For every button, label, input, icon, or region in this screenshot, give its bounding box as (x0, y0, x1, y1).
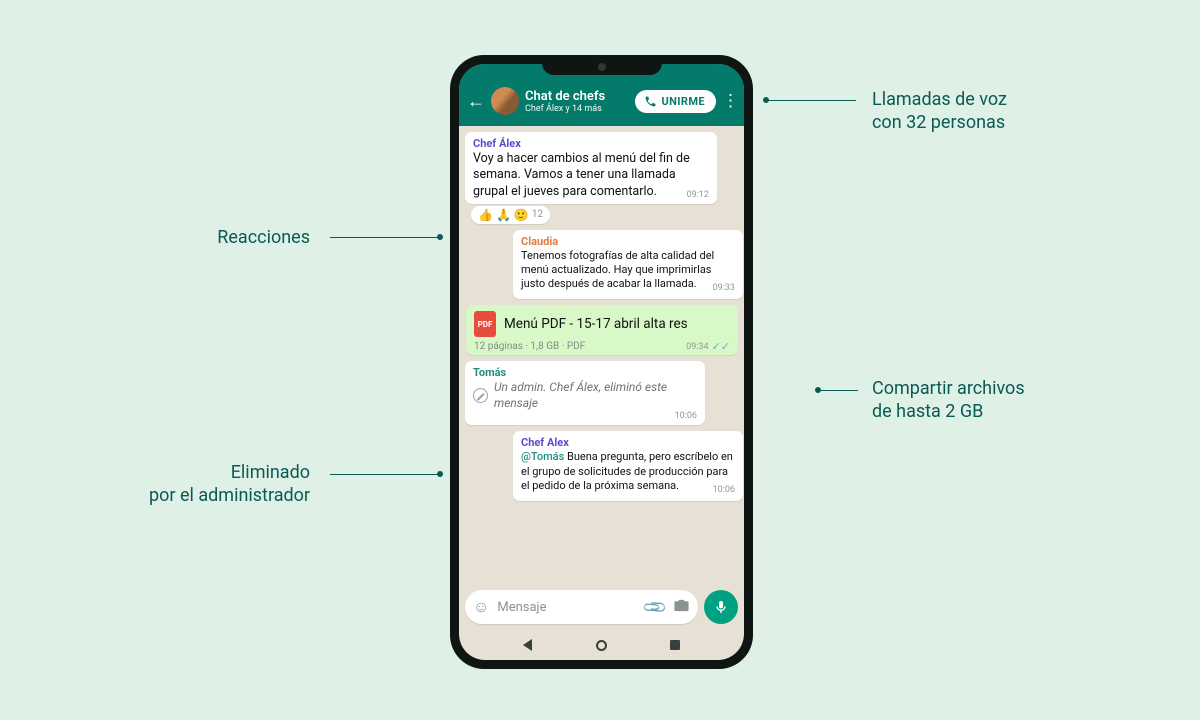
annotation-deleted: Eliminado por el administrador (90, 461, 310, 508)
deleted-text: Un admin. Chef Álex, eliminó este mensaj… (494, 380, 697, 411)
mic-button[interactable] (704, 590, 738, 624)
composer-row: ☺ Mensaje 📎 (459, 585, 744, 630)
annotation-share-files: Compartir archivos de hasta 2 GB (872, 377, 1102, 424)
group-avatar[interactable] (491, 87, 519, 115)
annotation-text: Llamadas de voz (872, 88, 1102, 111)
read-ticks-icon: ✓✓ (712, 341, 730, 352)
camera-icon[interactable] (673, 597, 690, 618)
message-time: 09:12 (687, 190, 709, 202)
nav-home-icon[interactable] (596, 640, 607, 651)
join-call-button[interactable]: UNIRME (635, 90, 717, 113)
message-time: 10:06 (675, 411, 697, 421)
message-time: 09:33 (713, 283, 735, 295)
annotation-reactions: Reacciones (110, 226, 310, 249)
sender-name: Tomás (473, 366, 697, 379)
emoji-icon[interactable]: ☺ (473, 597, 489, 617)
annotation-lead (818, 390, 858, 391)
attach-icon[interactable]: 📎 (641, 593, 669, 621)
pdf-icon: PDF (474, 311, 496, 337)
file-row: PDF Menú PDF - 15-17 abril alta res (474, 311, 730, 337)
reaction-emoji: 👍 (478, 208, 493, 222)
annotation-text: con 32 personas (872, 111, 1102, 134)
annotation-lead (330, 474, 440, 475)
file-meta: 12 páginas · 1,8 GB · PDF (474, 341, 585, 352)
group-subtitle: Chef Álex y 14 más (525, 104, 629, 114)
sender-name: Claudia (521, 235, 735, 248)
sender-name: Chef Alex (521, 436, 735, 449)
incoming-message[interactable]: Chef Alex @Tomás Buena pregunta, pero es… (513, 431, 743, 500)
nav-back-icon[interactable] (523, 639, 532, 651)
screen: ← Chat de chefs Chef Álex y 14 más UNIRM… (459, 64, 744, 660)
incoming-message-deleted[interactable]: Tomás Un admin. Chef Álex, eliminó este … (465, 361, 705, 425)
group-title: Chat de chefs (525, 89, 629, 104)
incoming-message[interactable]: Chef Álex Voy a hacer cambios al menú de… (465, 132, 717, 204)
reaction-emoji: 🙂 (514, 208, 529, 222)
deleted-icon (473, 388, 488, 403)
back-button[interactable]: ← (467, 91, 485, 112)
input-placeholder: Mensaje (497, 600, 637, 615)
annotation-text: Reacciones (217, 227, 310, 248)
reactions-pill[interactable]: 👍 🙏 🙂 12 (471, 206, 550, 224)
phone-frame: ← Chat de chefs Chef Álex y 14 más UNIRM… (450, 55, 753, 669)
annotation-text: por el administrador (90, 484, 310, 507)
message-text: @Tomás Buena pregunta, pero escríbelo en… (521, 450, 735, 493)
outgoing-file-message[interactable]: PDF Menú PDF - 15-17 abril alta res 12 p… (466, 305, 738, 355)
menu-button[interactable]: ⋮ (722, 91, 738, 111)
annotation-lead (766, 100, 856, 101)
annotation-text: Compartir archivos (872, 377, 1102, 400)
message-text: Voy a hacer cambios al menú del fin de s… (473, 151, 709, 200)
join-label: UNIRME (662, 95, 706, 108)
phone-camera (598, 63, 606, 71)
annotation-lead (330, 237, 440, 238)
annotation-voice-calls: Llamadas de voz con 32 personas (872, 88, 1102, 135)
chat-area: Chef Álex Voy a hacer cambios al menú de… (459, 126, 744, 585)
message-time: 10:06 (713, 485, 735, 497)
mention[interactable]: @Tomás (521, 450, 564, 463)
chat-header: ← Chat de chefs Chef Álex y 14 más UNIRM… (459, 76, 744, 126)
message-time: 09:34 (686, 342, 708, 352)
message-group: Chef Álex Voy a hacer cambios al menú de… (465, 132, 738, 224)
nav-recent-icon[interactable] (670, 640, 680, 650)
message-input[interactable]: ☺ Mensaje 📎 (465, 590, 698, 624)
annotation-text: Eliminado (90, 461, 310, 484)
reaction-count: 12 (532, 209, 543, 220)
sender-name: Chef Álex (473, 137, 709, 150)
reaction-emoji: 🙏 (496, 208, 511, 222)
android-navbar (459, 630, 744, 660)
incoming-message[interactable]: Claudia Tenemos fotografías de alta cali… (513, 230, 743, 299)
phone-icon (644, 95, 657, 108)
message-text: Tenemos fotografías de alta calidad del … (521, 249, 735, 292)
annotation-text: de hasta 2 GB (872, 400, 1102, 423)
file-name: Menú PDF - 15-17 abril alta res (504, 316, 688, 332)
header-titles[interactable]: Chat de chefs Chef Álex y 14 más (525, 89, 629, 114)
